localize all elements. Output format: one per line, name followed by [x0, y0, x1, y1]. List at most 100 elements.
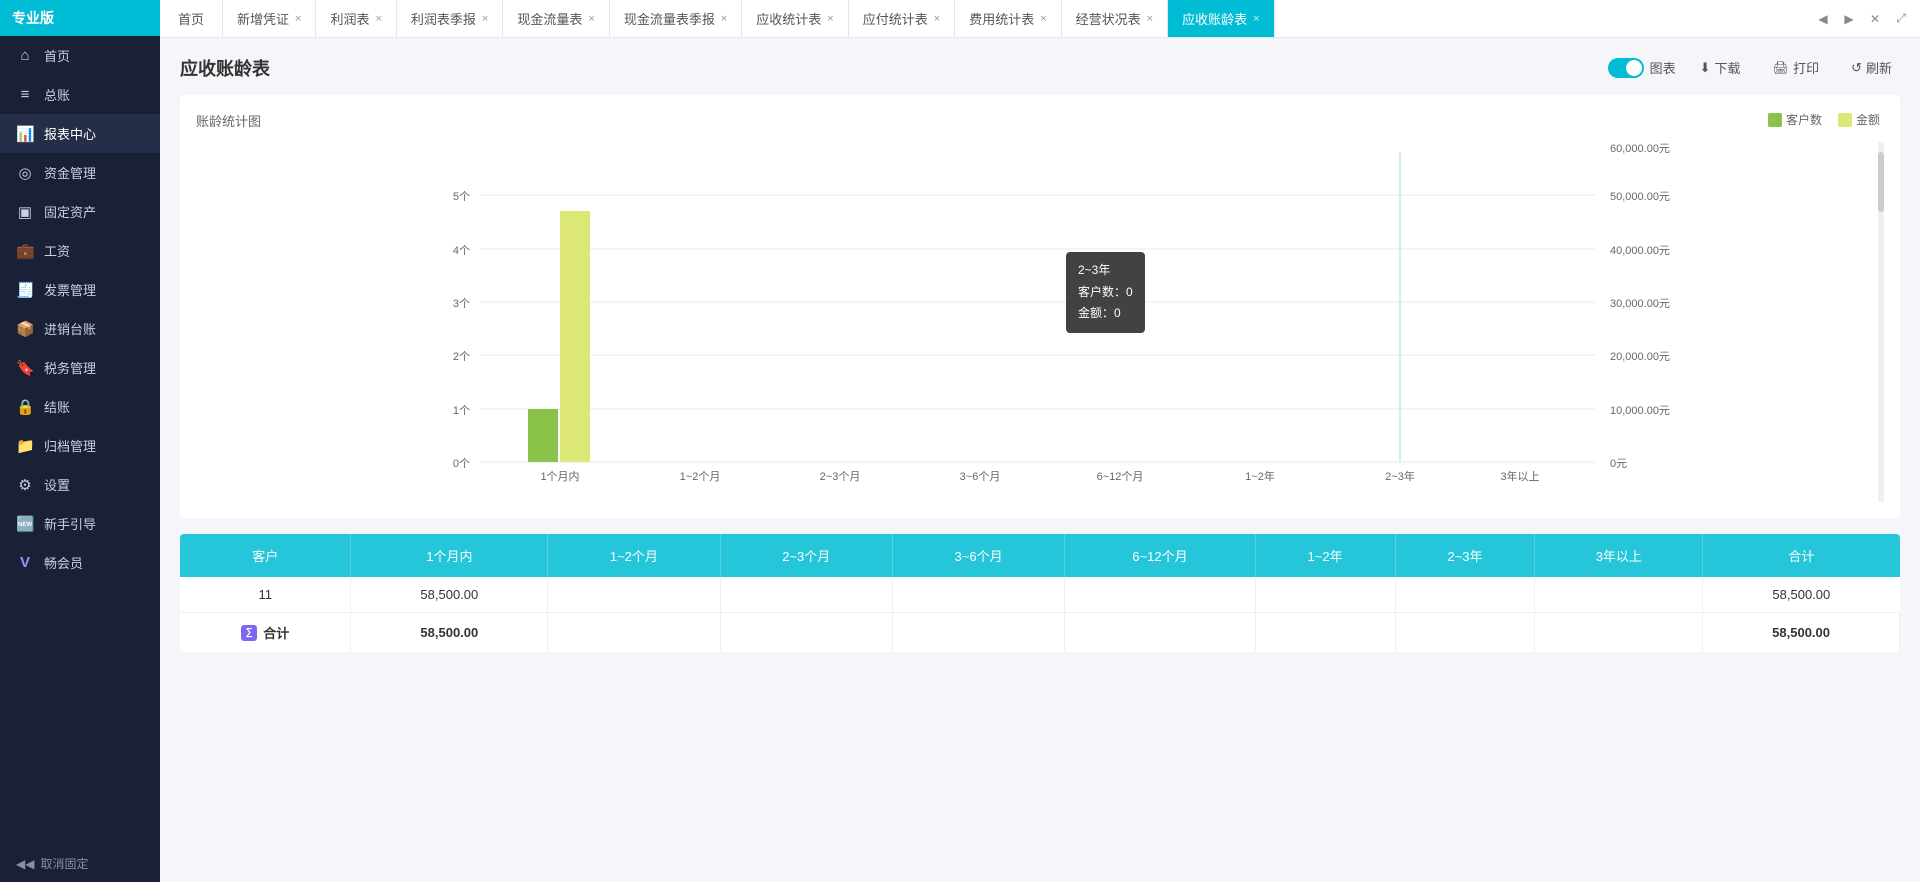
sidebar-item-funds[interactable]: ◎ 资金管理: [0, 153, 160, 192]
tab-cashflow-quarter-label: 现金流量表季报: [624, 9, 715, 28]
tabs-expand-btn[interactable]: ⤢: [1890, 8, 1912, 30]
tab-profit-quarter-close[interactable]: ×: [482, 13, 488, 25]
tabs-next-btn[interactable]: ▶: [1838, 8, 1860, 30]
bar-amount-0[interactable]: [560, 211, 590, 462]
tab-cashflow-quarter-close[interactable]: ×: [721, 13, 727, 25]
sidebar-item-label: 结账: [44, 397, 70, 416]
footer-label-cell: ∑ 合计: [180, 613, 351, 653]
tab-home[interactable]: 首页: [160, 0, 223, 37]
tab-operation[interactable]: 经营状况表 ×: [1062, 0, 1168, 37]
print-label: 打印: [1793, 58, 1819, 77]
print-btn[interactable]: 🖨 打印: [1765, 54, 1828, 81]
tabs-prev-btn[interactable]: ◀: [1812, 8, 1834, 30]
svg-text:6~12个月: 6~12个月: [1097, 470, 1144, 482]
chart-toggle[interactable]: [1608, 58, 1644, 78]
tab-operation-close[interactable]: ×: [1147, 13, 1153, 25]
tab-cashflow-close[interactable]: ×: [588, 13, 594, 25]
tab-profit-close[interactable]: ×: [375, 13, 381, 25]
col-total: 合计: [1703, 534, 1900, 577]
svg-text:1个月内: 1个月内: [540, 469, 579, 482]
sidebar: 专业版 ⌂ 首页 ≡ 总账 📊 报表中心 ◎ 资金管理 ▣ 固定资产 💼 工资 …: [0, 0, 160, 882]
sidebar-item-label: 畅会员: [44, 553, 83, 572]
tab-voucher-label: 新增凭证: [237, 9, 289, 28]
sidebar-item-assets[interactable]: ▣ 固定资产: [0, 192, 160, 231]
chart-legend: 客户数 金额: [1768, 111, 1880, 128]
tab-cashflow[interactable]: 现金流量表 ×: [503, 0, 609, 37]
svg-text:4个: 4个: [453, 244, 470, 257]
tab-aging[interactable]: 应收账龄表 ×: [1168, 0, 1274, 37]
guide-icon: 🆕: [16, 515, 34, 533]
cell-total: 58,500.00: [1703, 577, 1900, 613]
sidebar-item-tax[interactable]: 🔖 税务管理: [0, 348, 160, 387]
chart-scrollbar-thumb[interactable]: [1878, 152, 1884, 212]
bar-customer-0[interactable]: [528, 409, 558, 462]
svg-text:50,000.00元: 50,000.00元: [1610, 191, 1670, 203]
cell-customer: 11: [180, 577, 351, 613]
sidebar-item-settings[interactable]: ⚙ 设置: [0, 465, 160, 504]
inventory-icon: 📦: [16, 320, 34, 338]
footer-year1-2: [1255, 613, 1395, 653]
sidebar-item-closing[interactable]: 🔒 结账: [0, 387, 160, 426]
tab-expense-stat[interactable]: 费用统计表 ×: [955, 0, 1061, 37]
sidebar-item-label: 进销台账: [44, 319, 96, 338]
refresh-btn[interactable]: ↺ 刷新: [1843, 54, 1900, 81]
print-icon: 🖨: [1773, 60, 1790, 76]
tab-profit-quarter[interactable]: 利润表季报 ×: [397, 0, 503, 37]
col-month6-12: 6~12个月: [1065, 534, 1255, 577]
cell-month1: 58,500.00: [351, 577, 548, 613]
tab-receivable-stat[interactable]: 应收统计表 ×: [742, 0, 848, 37]
sidebar-item-home[interactable]: ⌂ 首页: [0, 36, 160, 75]
tab-cashflow-quarter[interactable]: 现金流量表季报 ×: [610, 0, 742, 37]
header-actions: 图表 ⬇ 下载 🖨 打印 ↺ 刷新: [1608, 54, 1900, 81]
tab-payable-stat[interactable]: 应付统计表 ×: [849, 0, 955, 37]
download-btn[interactable]: ⬇ 下载: [1692, 54, 1749, 81]
col-month3-6: 3~6个月: [892, 534, 1064, 577]
tabs-close-btn[interactable]: ✕: [1864, 8, 1886, 30]
sidebar-pin-toggle[interactable]: ◀◀ 取消固定: [0, 845, 160, 882]
cell-month2-3: [720, 577, 892, 613]
cell-month1-2: [548, 577, 720, 613]
sidebar-item-inventory[interactable]: 📦 进销台账: [0, 309, 160, 348]
tab-receivable-stat-close[interactable]: ×: [827, 13, 833, 25]
tab-cashflow-label: 现金流量表: [517, 9, 582, 28]
chart-scrollbar[interactable]: [1878, 142, 1884, 502]
chart-svg: 0个 1个 2个 3个 4个 5个 0元 10,000.00元 20,000.0…: [196, 142, 1884, 482]
svg-text:3~6个月: 3~6个月: [960, 470, 1001, 482]
tabs-nav-controls: ◀ ▶ ✕ ⤢: [1804, 8, 1920, 30]
page-title: 应收账龄表: [180, 55, 270, 81]
invoice-icon: 🧾: [16, 281, 34, 299]
tab-expense-stat-close[interactable]: ×: [1040, 13, 1046, 25]
tab-payable-stat-close[interactable]: ×: [934, 13, 940, 25]
cell-year2-3: [1395, 577, 1535, 613]
tab-profit[interactable]: 利润表 ×: [316, 0, 396, 37]
tab-profit-label: 利润表: [330, 9, 369, 28]
salary-icon: 💼: [16, 242, 34, 260]
sidebar-item-label: 发票管理: [44, 280, 96, 299]
legend-amount: 金额: [1838, 111, 1880, 128]
funds-icon: ◎: [16, 164, 34, 182]
sidebar-item-ledger[interactable]: ≡ 总账: [0, 75, 160, 114]
sidebar-item-vip[interactable]: V 畅会员: [0, 543, 160, 582]
tab-voucher-close[interactable]: ×: [295, 13, 301, 25]
download-icon: ⬇: [1700, 60, 1711, 76]
sidebar-item-label: 工资: [44, 241, 70, 260]
table-header-row: 客户 1个月内 1~2个月 2~3个月 3~6个月 6~12个月 1~2年 2~…: [180, 534, 1900, 577]
page-header: 应收账龄表 图表 ⬇ 下载 🖨 打印 ↺ 刷新: [180, 54, 1900, 81]
sidebar-item-archive[interactable]: 📁 归档管理: [0, 426, 160, 465]
sidebar-item-reports[interactable]: 📊 报表中心: [0, 114, 160, 153]
tab-voucher[interactable]: 新增凭证 ×: [223, 0, 316, 37]
col-month1: 1个月内: [351, 534, 548, 577]
tab-aging-close[interactable]: ×: [1253, 13, 1259, 25]
footer-month1: 58,500.00: [351, 613, 548, 653]
sidebar-item-salary[interactable]: 💼 工资: [0, 231, 160, 270]
sidebar-item-guide[interactable]: 🆕 新手引导: [0, 504, 160, 543]
sidebar-item-invoice[interactable]: 🧾 发票管理: [0, 270, 160, 309]
archive-icon: 📁: [16, 437, 34, 455]
download-label: 下载: [1715, 58, 1741, 77]
footer-month1-2: [548, 613, 720, 653]
tab-expense-stat-label: 费用统计表: [969, 9, 1034, 28]
chart-title: 账龄统计图: [196, 111, 1884, 130]
tab-aging-label: 应收账龄表: [1182, 9, 1247, 28]
cell-month6-12: [1065, 577, 1255, 613]
footer-year2-3: [1395, 613, 1535, 653]
